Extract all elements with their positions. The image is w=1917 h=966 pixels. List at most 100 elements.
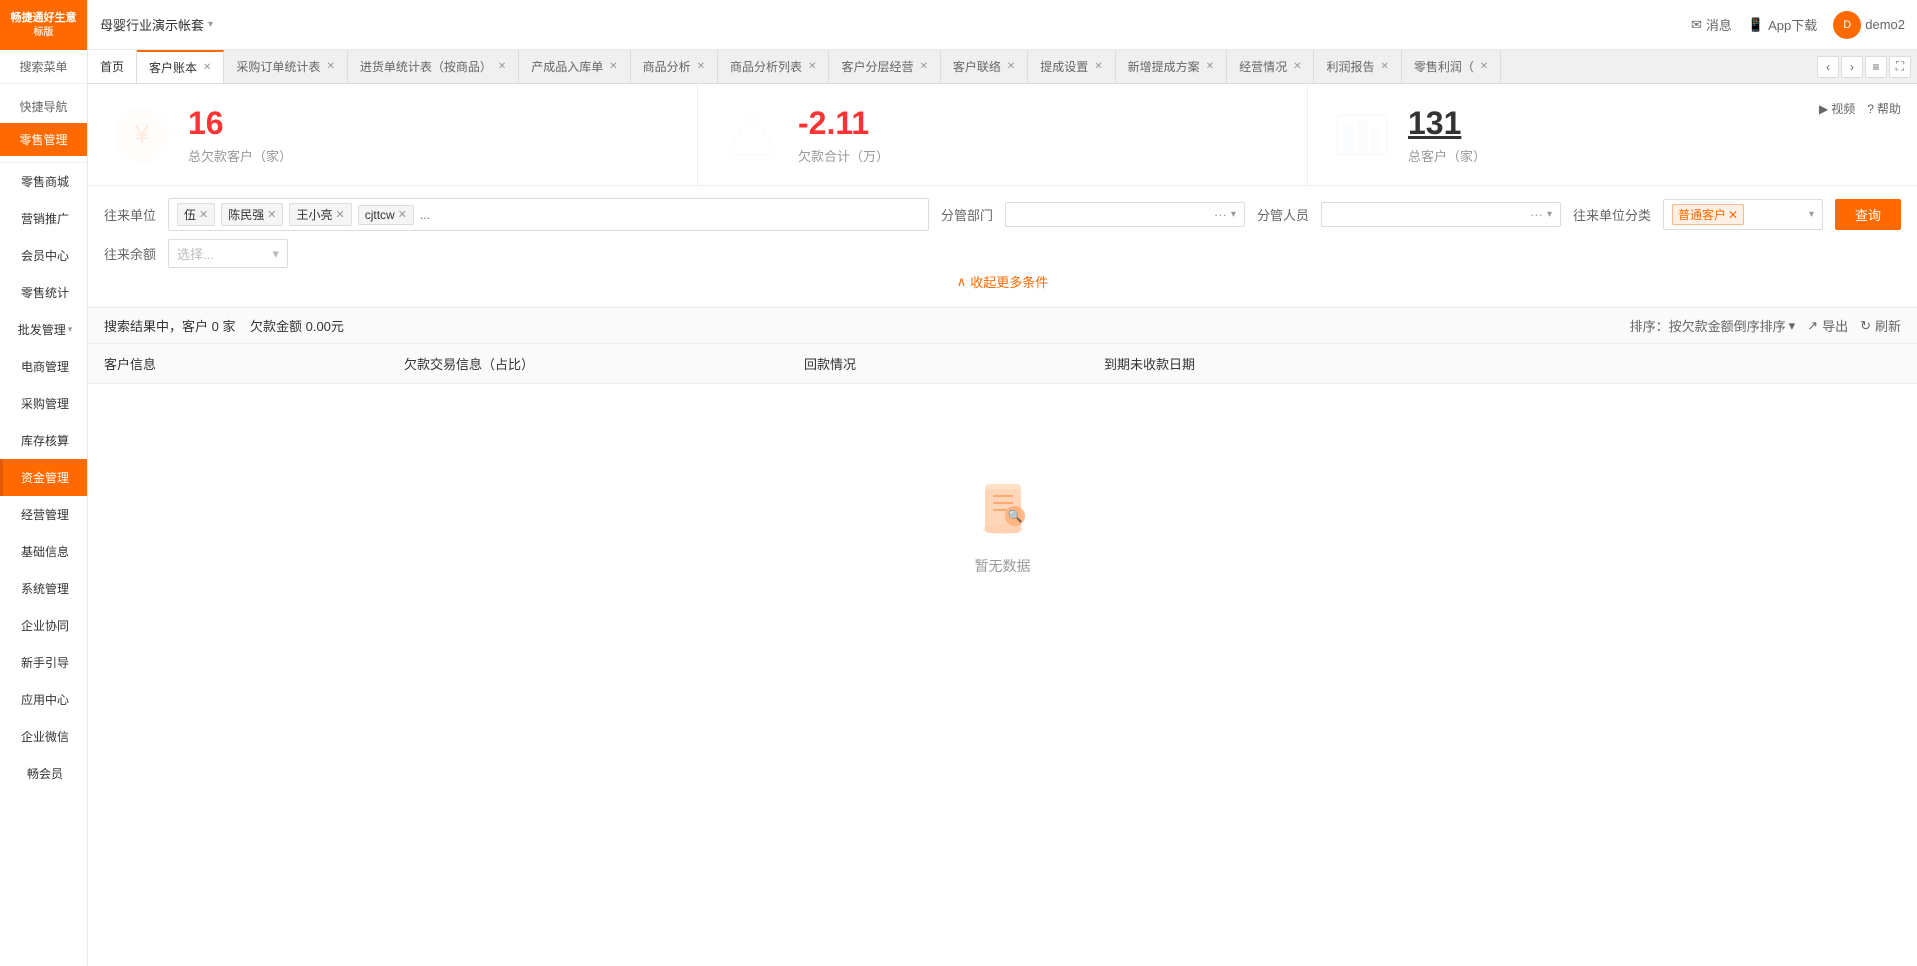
dept-select[interactable]: ··· ▾ — [1005, 202, 1245, 227]
tab-goods-analysis-list[interactable]: 商品分析列表 ✕ — [718, 50, 829, 84]
tab-add-promotion-close[interactable]: ✕ — [1206, 61, 1214, 72]
sidebar-item-member-pro[interactable]: 畅会员 — [0, 755, 87, 792]
tab-customer-contact-close[interactable]: ✕ — [1007, 61, 1015, 72]
collapse-btn[interactable]: ∧ 收起更多条件 — [949, 268, 1057, 295]
remove-tag-unit-1[interactable]: ✕ — [267, 208, 276, 221]
result-customer-unit: 家 — [223, 319, 236, 334]
tab-goods-analysis[interactable]: 商品分析 ✕ — [631, 50, 718, 84]
tab-operations[interactable]: 经营情况 ✕ — [1227, 50, 1314, 84]
tab-inbound-stats[interactable]: 进货单统计表（按商品） ✕ — [348, 50, 519, 84]
svg-text:¥: ¥ — [134, 119, 150, 149]
tab-customer-account-close[interactable]: ✕ — [203, 62, 211, 73]
sidebar-item-ecommerce[interactable]: 电商管理 — [0, 348, 87, 385]
refresh-btn[interactable]: ↻ 刷新 — [1860, 316, 1901, 335]
col-header-debt-info: 欠款交易信息（占比） — [404, 354, 804, 373]
quick-nav-item[interactable]: 快捷导航 — [0, 90, 87, 123]
tab-retail-profit-close[interactable]: ✕ — [1480, 61, 1488, 72]
sidebar-item-operations[interactable]: 经营管理 — [0, 496, 87, 533]
sort-label: 排序：按欠款金额倒序排序 — [1630, 316, 1786, 335]
tab-operations-close[interactable]: ✕ — [1293, 61, 1301, 72]
account-selector[interactable]: 母婴行业演示帐套 ▾ — [100, 15, 213, 34]
tab-purchase-order[interactable]: 采购订单统计表 ✕ — [224, 50, 347, 84]
tab-scroll-left[interactable]: ‹ — [1817, 56, 1839, 78]
sidebar-item-inventory[interactable]: 库存核算 — [0, 422, 87, 459]
filter-tag-unit-3: cjttcw ✕ — [358, 205, 414, 225]
tab-customer-segment-close[interactable]: ✕ — [919, 61, 927, 72]
unit-more-btn[interactable]: ... — [420, 208, 430, 222]
sidebar-item-newbie[interactable]: 新手引导 — [0, 644, 87, 681]
filter-tag-unit-2: 王小亮 ✕ — [289, 203, 351, 226]
query-button[interactable]: 查询 — [1835, 199, 1901, 230]
col-header-due-date: 到期未收款日期 — [1104, 354, 1901, 373]
tab-customer-contact-label: 客户联络 — [953, 58, 1001, 75]
tab-customer-account[interactable]: 客户账本 ✕ — [137, 50, 224, 84]
sidebar-item-capital[interactable]: 资金管理 — [0, 459, 87, 496]
category-selected-tags: 普通客户 ✕ — [1672, 204, 1744, 225]
tab-more[interactable]: ≡ — [1865, 56, 1887, 78]
sidebar-item-system[interactable]: 系统管理 — [0, 570, 87, 607]
sidebar-item-member[interactable]: 会员中心 — [0, 237, 87, 274]
sidebar-search[interactable]: 搜索菜单 — [0, 50, 87, 84]
tab-production-inbound-close[interactable]: ✕ — [609, 61, 617, 72]
tab-goods-analysis-close[interactable]: ✕ — [697, 61, 705, 72]
sidebar-item-app-center[interactable]: 应用中心 — [0, 681, 87, 718]
tabbar: 首页 客户账本 ✕ 采购订单统计表 ✕ 进货单统计表（按商品） ✕ 产成品入库单… — [88, 50, 1917, 84]
help-btn[interactable]: ? 帮助 — [1867, 100, 1901, 117]
result-customer-count: 0 — [212, 319, 219, 334]
remove-tag-unit-3[interactable]: ✕ — [398, 208, 407, 221]
result-actions: 排序：按欠款金额倒序排序 ▾ ↗ 导出 ↻ 刷新 — [1630, 316, 1901, 335]
sidebar-item-marketing[interactable]: 营销推广 — [0, 200, 87, 237]
sort-select[interactable]: 排序：按欠款金额倒序排序 ▾ — [1630, 316, 1796, 335]
sidebar-item-purchase[interactable]: 采购管理 — [0, 385, 87, 422]
col-header-customer-info: 客户信息 — [104, 354, 404, 373]
person-filter-label: 分管人员 — [1257, 205, 1309, 224]
retail-mgmt-nav[interactable]: 零售管理 — [0, 123, 87, 156]
tab-promotion-settings[interactable]: 提成设置 ✕ — [1028, 50, 1115, 84]
stats-row: ¥ 16 总欠款客户（家） -2.11 欠款合计（万） — [88, 84, 1917, 186]
result-info: 搜索结果中，客户 0 家 欠款金额 0.00元 — [104, 316, 344, 335]
tab-retail-profit[interactable]: 零售利润（ ✕ — [1402, 50, 1501, 84]
remove-tag-unit-0[interactable]: ✕ — [199, 208, 208, 221]
empty-text: 暂无数据 — [975, 556, 1031, 576]
dept-filter-label: 分管部门 — [941, 205, 993, 224]
tab-purchase-order-close[interactable]: ✕ — [326, 61, 334, 72]
balance-select[interactable]: 选择... ▾ — [168, 239, 288, 268]
tab-fullscreen[interactable]: ⛶ — [1889, 56, 1911, 78]
tab-scroll-right[interactable]: › — [1841, 56, 1863, 78]
tab-profit-report[interactable]: 利润报告 ✕ — [1314, 50, 1401, 84]
chevron-down-icon: ▾ — [68, 324, 73, 335]
tab-operations-label: 经营情况 — [1239, 58, 1287, 75]
main-area: 母婴行业演示帐套 ▾ ✉ 消息 📱 App下载 D demo2 首页 客户账本 — [88, 0, 1917, 966]
tab-inbound-stats-close[interactable]: ✕ — [498, 61, 506, 72]
category-arrow-icon: ▾ — [1809, 209, 1814, 220]
remove-category-tag[interactable]: ✕ — [1728, 208, 1738, 222]
sidebar-item-basic-info[interactable]: 基础信息 — [0, 533, 87, 570]
message-btn[interactable]: ✉ 消息 — [1691, 15, 1732, 34]
sidebar-item-retail-stats[interactable]: 零售统计 — [0, 274, 87, 311]
sidebar-item-retail-mall[interactable]: 零售商城 — [0, 163, 87, 200]
tab-goods-analysis-list-close[interactable]: ✕ — [808, 61, 816, 72]
unit-tags-input[interactable]: 伍 ✕ 陈民强 ✕ 王小亮 ✕ cjttcw ✕ ... — [168, 198, 929, 231]
remove-tag-unit-2[interactable]: ✕ — [336, 208, 345, 221]
table-header: 客户信息 欠款交易信息（占比） 回款情况 到期未收款日期 — [88, 344, 1917, 384]
filter-row-1: 往来单位 伍 ✕ 陈民强 ✕ 王小亮 ✕ cjttcw — [104, 198, 1901, 231]
tab-add-promotion[interactable]: 新增提成方案 ✕ — [1116, 50, 1227, 84]
tab-home[interactable]: 首页 — [88, 50, 137, 84]
user-avatar: D — [1833, 11, 1861, 39]
tab-customer-segment[interactable]: 客户分层经营 ✕ — [829, 50, 940, 84]
sidebar-item-enterprise-wechat[interactable]: 企业微信 — [0, 718, 87, 755]
category-select[interactable]: 普通客户 ✕ ▾ — [1663, 199, 1823, 230]
person-select[interactable]: ··· ▾ — [1321, 202, 1561, 227]
tab-customer-contact[interactable]: 客户联络 ✕ — [941, 50, 1028, 84]
sidebar-item-wholesale[interactable]: 批发管理 ▾ — [0, 311, 87, 348]
result-debt-value: 0.00元 — [306, 319, 344, 334]
user-menu[interactable]: D demo2 — [1833, 11, 1905, 39]
tab-production-inbound[interactable]: 产成品入库单 ✕ — [519, 50, 630, 84]
sidebar-item-enterprise-collab[interactable]: 企业协同 — [0, 607, 87, 644]
sidebar-menu: 零售商城 营销推广 会员中心 零售统计 批发管理 ▾ 电商管理 采购管理 库存核… — [0, 163, 87, 966]
app-download-btn[interactable]: 📱 App下载 — [1748, 15, 1817, 34]
tab-promotion-settings-close[interactable]: ✕ — [1094, 61, 1102, 72]
video-help-btn[interactable]: ▶ 视频 — [1819, 100, 1855, 117]
export-btn[interactable]: ↗ 导出 — [1807, 316, 1848, 335]
tab-profit-report-close[interactable]: ✕ — [1381, 61, 1389, 72]
